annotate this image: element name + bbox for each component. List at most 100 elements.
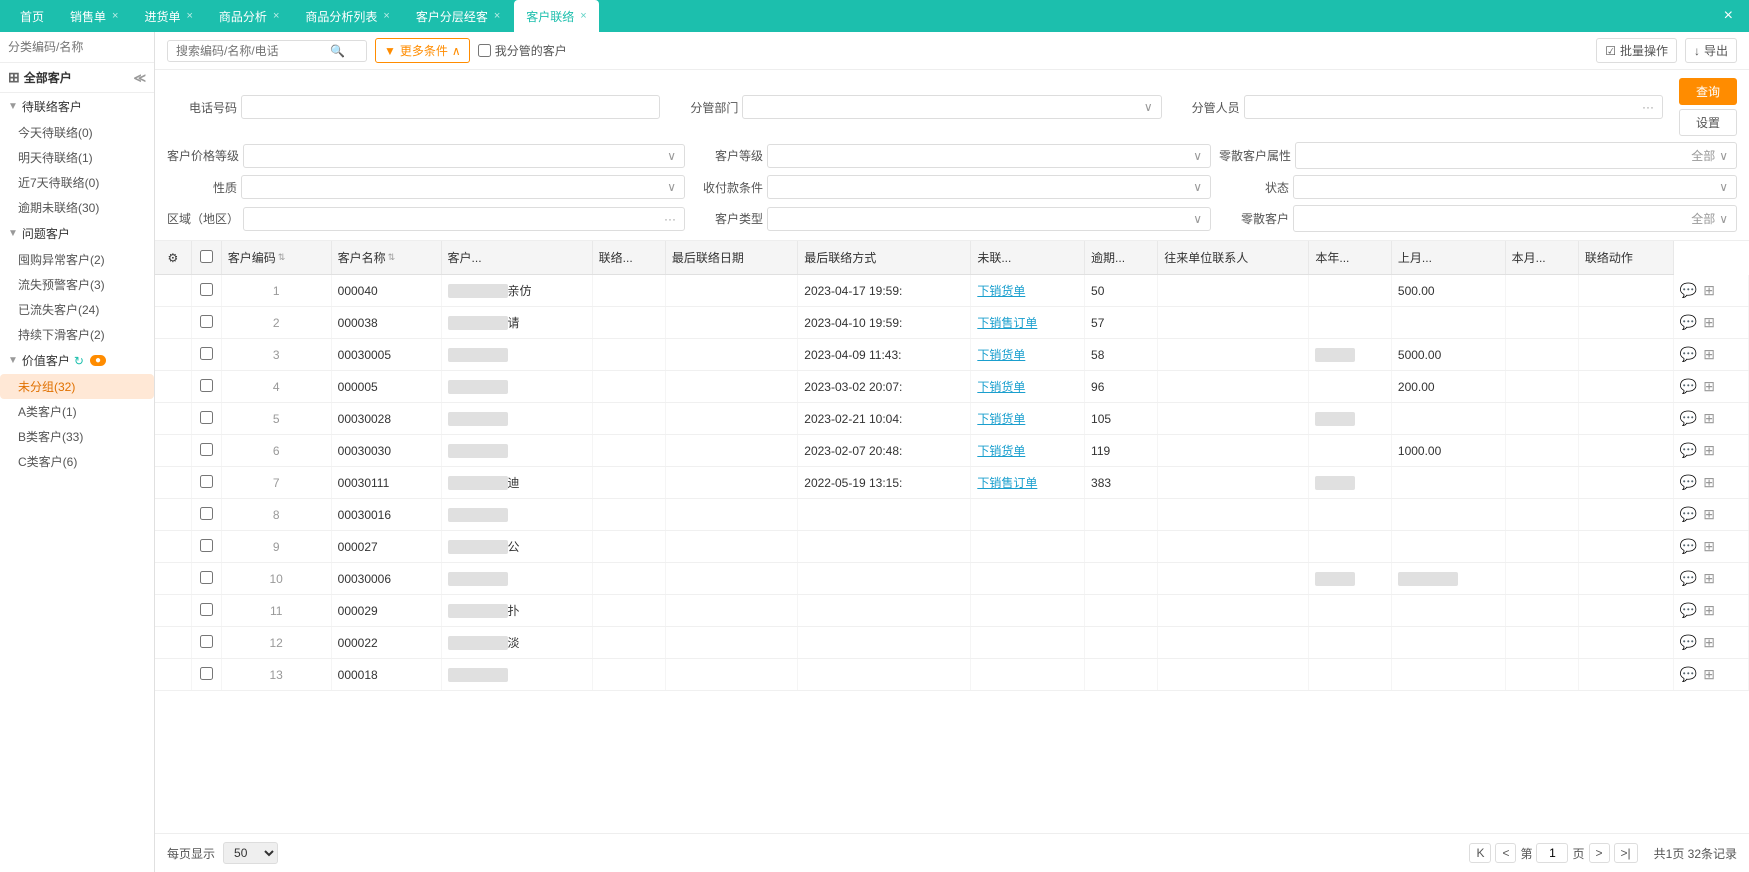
cust-type-select[interactable]: ∨ [767, 207, 1211, 231]
sidebar-all-customers[interactable]: ⊞ 全部客户 ≪ [0, 63, 154, 93]
chat-icon[interactable]: 💬 [1680, 506, 1697, 523]
grid-action-icon[interactable]: ⊞ [1703, 378, 1715, 395]
manager-select[interactable]: ··· [1244, 95, 1663, 119]
status-select[interactable]: ∨ [1293, 175, 1737, 199]
chat-icon[interactable]: 💬 [1680, 346, 1697, 363]
row-checkbox[interactable] [200, 283, 213, 296]
row-checkbox[interactable] [200, 443, 213, 456]
chat-icon[interactable]: 💬 [1680, 442, 1697, 459]
select-all-checkbox[interactable] [200, 250, 213, 263]
phone-input[interactable] [241, 95, 660, 119]
grid-action-icon[interactable]: ⊞ [1703, 282, 1715, 299]
sidebar-item-overdue[interactable]: 逾期未联络(30) [0, 195, 154, 220]
search-icon[interactable]: 🔍 [330, 44, 345, 58]
grid-action-icon[interactable]: ⊞ [1703, 474, 1715, 491]
grid-action-icon[interactable]: ⊞ [1703, 538, 1715, 555]
sidebar-search-input[interactable] [8, 40, 155, 54]
sidebar-group-pending[interactable]: ▼ 待联络客户 [0, 93, 154, 120]
sidebar-item-c-class[interactable]: C类客户(6) [0, 449, 154, 474]
nav-home[interactable]: 首页 [8, 0, 56, 32]
nav-analysis[interactable]: 商品分析 × [207, 0, 291, 32]
export-btn[interactable]: ↓ 导出 [1685, 38, 1737, 63]
row-checkbox[interactable] [200, 603, 213, 616]
nature-select[interactable]: ∨ [241, 175, 685, 199]
nav-purchase[interactable]: 进货单 × [132, 0, 204, 32]
nav-customer-segment-close[interactable]: × [494, 10, 500, 22]
chat-icon[interactable]: 💬 [1680, 666, 1697, 683]
grid-action-icon[interactable]: ⊞ [1703, 602, 1715, 619]
chat-icon[interactable]: 💬 [1680, 410, 1697, 427]
row-checkbox[interactable] [200, 475, 213, 488]
last-page-btn[interactable]: >| [1614, 843, 1638, 863]
nav-analysis-list[interactable]: 商品分析列表 × [293, 0, 401, 32]
sidebar-item-b-class[interactable]: B类客户(33) [0, 424, 154, 449]
my-customers-check[interactable]: 我分管的客户 [478, 42, 567, 59]
grid-action-icon[interactable]: ⊞ [1703, 506, 1715, 523]
nav-analysis-list-close[interactable]: × [383, 10, 389, 22]
nav-customer-contact-close[interactable]: × [580, 10, 586, 22]
first-page-btn[interactable]: K [1469, 843, 1491, 863]
col-gear[interactable]: ⚙ [155, 241, 191, 275]
row-checkbox[interactable] [200, 635, 213, 648]
row-checkbox[interactable] [200, 507, 213, 520]
row-checkbox[interactable] [200, 571, 213, 584]
query-btn[interactable]: 查询 [1679, 78, 1737, 105]
filter-btn[interactable]: ▼ 更多条件 ∧ [375, 38, 470, 63]
grid-action-icon[interactable]: ⊞ [1703, 634, 1715, 651]
region-select[interactable]: ··· [243, 207, 685, 231]
nav-customer-contact[interactable]: 客户联络 × [514, 0, 598, 32]
chat-icon[interactable]: 💬 [1680, 570, 1697, 587]
prev-page-btn[interactable]: < [1495, 843, 1516, 863]
nav-analysis-close[interactable]: × [273, 10, 279, 22]
grid-action-icon[interactable]: ⊞ [1703, 346, 1715, 363]
scatter-attr-select[interactable]: 全部 ∨ [1295, 142, 1737, 169]
page-input[interactable] [1536, 843, 1568, 863]
row-checkbox[interactable] [200, 315, 213, 328]
grid-action-icon[interactable]: ⊞ [1703, 666, 1715, 683]
sidebar-item-today[interactable]: 今天待联络(0) [0, 120, 154, 145]
payment-select[interactable]: ∨ [767, 175, 1211, 199]
chat-icon[interactable]: 💬 [1680, 634, 1697, 651]
chat-icon[interactable]: 💬 [1680, 378, 1697, 395]
sidebar-group-problem[interactable]: ▼ 问题客户 [0, 220, 154, 247]
chat-icon[interactable]: 💬 [1680, 314, 1697, 331]
sidebar-group-value[interactable]: ▼ 价值客户 ↻ ● [0, 347, 154, 374]
close-all-btn[interactable]: × [1716, 7, 1741, 25]
chat-icon[interactable]: 💬 [1680, 602, 1697, 619]
nav-sales[interactable]: 销售单 × [58, 0, 130, 32]
refresh-icon[interactable]: ↻ [74, 354, 84, 368]
batch-op-btn[interactable]: ☑ 批量操作 [1596, 38, 1677, 63]
nav-customer-segment[interactable]: 客户分层经客 × [404, 0, 512, 32]
sidebar-item-churn-warn[interactable]: 流失预警客户(3) [0, 272, 154, 297]
sidebar-item-declining[interactable]: 持续下滑客户(2) [0, 322, 154, 347]
sidebar-item-tomorrow[interactable]: 明天待联络(1) [0, 145, 154, 170]
grid-action-icon[interactable]: ⊞ [1703, 442, 1715, 459]
chat-icon[interactable]: 💬 [1680, 282, 1697, 299]
row-checkbox[interactable] [200, 539, 213, 552]
search-input[interactable] [176, 44, 326, 58]
grid-action-icon[interactable]: ⊞ [1703, 410, 1715, 427]
chat-icon[interactable]: 💬 [1680, 474, 1697, 491]
sidebar-item-a-class[interactable]: A类客户(1) [0, 399, 154, 424]
sidebar-item-hoarding[interactable]: 囤购异常客户(2) [0, 247, 154, 272]
row-checkbox[interactable] [200, 667, 213, 680]
sidebar-item-ungroup[interactable]: 未分组(32) [0, 374, 154, 399]
scatter-cust-select[interactable]: 全部 ∨ [1293, 205, 1737, 232]
sidebar-item-churned[interactable]: 已流失客户(24) [0, 297, 154, 322]
grid-action-icon[interactable]: ⊞ [1703, 570, 1715, 587]
reset-btn[interactable]: 设置 [1679, 109, 1737, 136]
chat-icon[interactable]: 💬 [1680, 538, 1697, 555]
row-checkbox[interactable] [200, 411, 213, 424]
nav-purchase-close[interactable]: × [186, 10, 192, 22]
next-page-btn[interactable]: > [1589, 843, 1610, 863]
nav-sales-close[interactable]: × [112, 10, 118, 22]
my-customers-checkbox[interactable] [478, 44, 491, 57]
sidebar-item-7days[interactable]: 近7天待联络(0) [0, 170, 154, 195]
row-checkbox[interactable] [200, 347, 213, 360]
row-checkbox[interactable] [200, 379, 213, 392]
price-level-select[interactable]: ∨ [243, 144, 685, 168]
cust-level-select[interactable]: ∨ [767, 144, 1211, 168]
dept-select[interactable]: ∨ [742, 95, 1161, 119]
grid-action-icon[interactable]: ⊞ [1703, 314, 1715, 331]
page-size-select[interactable]: 50 20 100 [223, 842, 278, 864]
